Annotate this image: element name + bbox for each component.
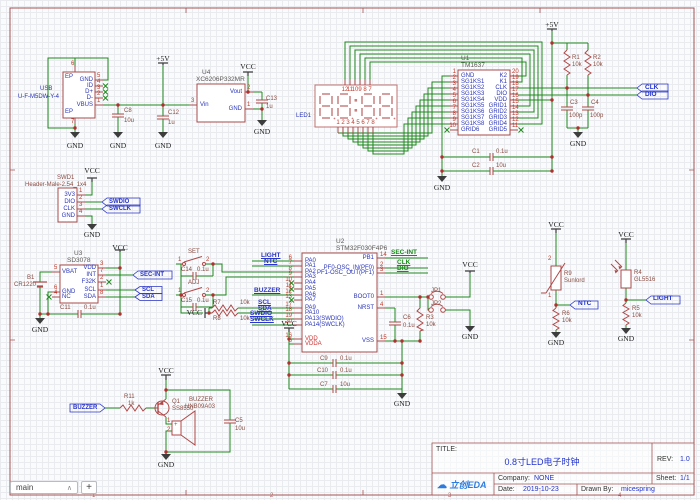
cap-c2 bbox=[489, 167, 494, 175]
resistor-r8 bbox=[211, 309, 239, 317]
jumper-jp1 bbox=[428, 290, 446, 300]
driver-u1-tm1637 bbox=[457, 69, 511, 136]
cap-c7 bbox=[332, 385, 337, 393]
cap-c15 bbox=[192, 303, 197, 311]
schematic-canvas[interactable]: USB U-F-M5DW-Y-4 EP EP GND ID D+ D- VBUS 6 5 4 3 2 1 7 C… bbox=[0, 0, 700, 500]
titleblock-company: NONE bbox=[534, 475, 555, 482]
regulator-u4 bbox=[196, 83, 246, 123]
cap-c1 bbox=[489, 153, 494, 161]
titleblock-drawnby: micespring bbox=[621, 486, 655, 493]
resistor-r11 bbox=[119, 404, 147, 412]
mcu-u2-stm32 bbox=[301, 252, 378, 353]
resistor-r2 bbox=[584, 49, 592, 76]
titleblock-drawnby-label: Drawn By: bbox=[581, 486, 614, 493]
sheet-tab-label: main bbox=[16, 483, 34, 492]
titleblock-title: 0.8寸LED电子时钟 bbox=[504, 457, 580, 467]
jumper-jp2 bbox=[428, 303, 446, 313]
cap-c8 bbox=[112, 113, 124, 118]
button-set bbox=[182, 256, 206, 266]
cap-c5 bbox=[224, 419, 236, 424]
titleblock-title-label: TITLE: bbox=[436, 446, 458, 453]
titleblock-date-label: Date: bbox=[498, 486, 515, 493]
ldr-arrows bbox=[610, 259, 623, 272]
titleblock-sheet: 1/1 bbox=[680, 475, 690, 482]
cap-c6 bbox=[389, 321, 401, 326]
speaker-symbol bbox=[171, 410, 196, 446]
titleblock-sheet-label: Sheet: bbox=[656, 475, 677, 482]
titleblock-date: 2019-10-23 bbox=[523, 486, 559, 493]
button-adj bbox=[182, 287, 206, 297]
cap-c12 bbox=[157, 115, 169, 120]
usb-connector bbox=[62, 71, 96, 119]
sheet-frame bbox=[9, 7, 695, 496]
v5-symbols bbox=[158, 28, 557, 65]
cloud-icon: ☁ bbox=[437, 480, 447, 491]
component-bodies[interactable] bbox=[57, 69, 632, 353]
cap-c9 bbox=[332, 359, 337, 367]
easyeda-logo: ☁ 立创EDA bbox=[437, 480, 487, 491]
resistor-r6 bbox=[552, 307, 560, 331]
no-connect-marks bbox=[46, 83, 524, 303]
add-sheet-button[interactable]: + bbox=[81, 481, 97, 494]
photoresistor-r4 bbox=[620, 269, 632, 289]
titleblock-rev-label: REV: bbox=[657, 456, 674, 463]
cap-c14 bbox=[192, 272, 197, 280]
chevron-up-icon[interactable]: ∧ bbox=[67, 484, 72, 492]
swd-header bbox=[57, 187, 78, 223]
resistor-r3 bbox=[416, 307, 425, 332]
cap-c4 bbox=[582, 106, 594, 111]
cap-c10 bbox=[332, 371, 337, 379]
sheet-tab-main[interactable]: main ∧ bbox=[10, 481, 78, 494]
rtc-u3-sd3078 bbox=[59, 264, 99, 304]
cap-c11 bbox=[77, 310, 82, 318]
cap-c13 bbox=[256, 99, 268, 104]
titleblock-company-label: Company: bbox=[498, 475, 530, 482]
resistor-r5 bbox=[622, 302, 630, 326]
titleblock-rev: 1.0 bbox=[680, 456, 690, 463]
resistor-r7 bbox=[211, 304, 239, 312]
cap-c3 bbox=[561, 106, 573, 111]
schematic-drawing bbox=[9, 7, 695, 496]
resistor-r1 bbox=[563, 49, 571, 76]
